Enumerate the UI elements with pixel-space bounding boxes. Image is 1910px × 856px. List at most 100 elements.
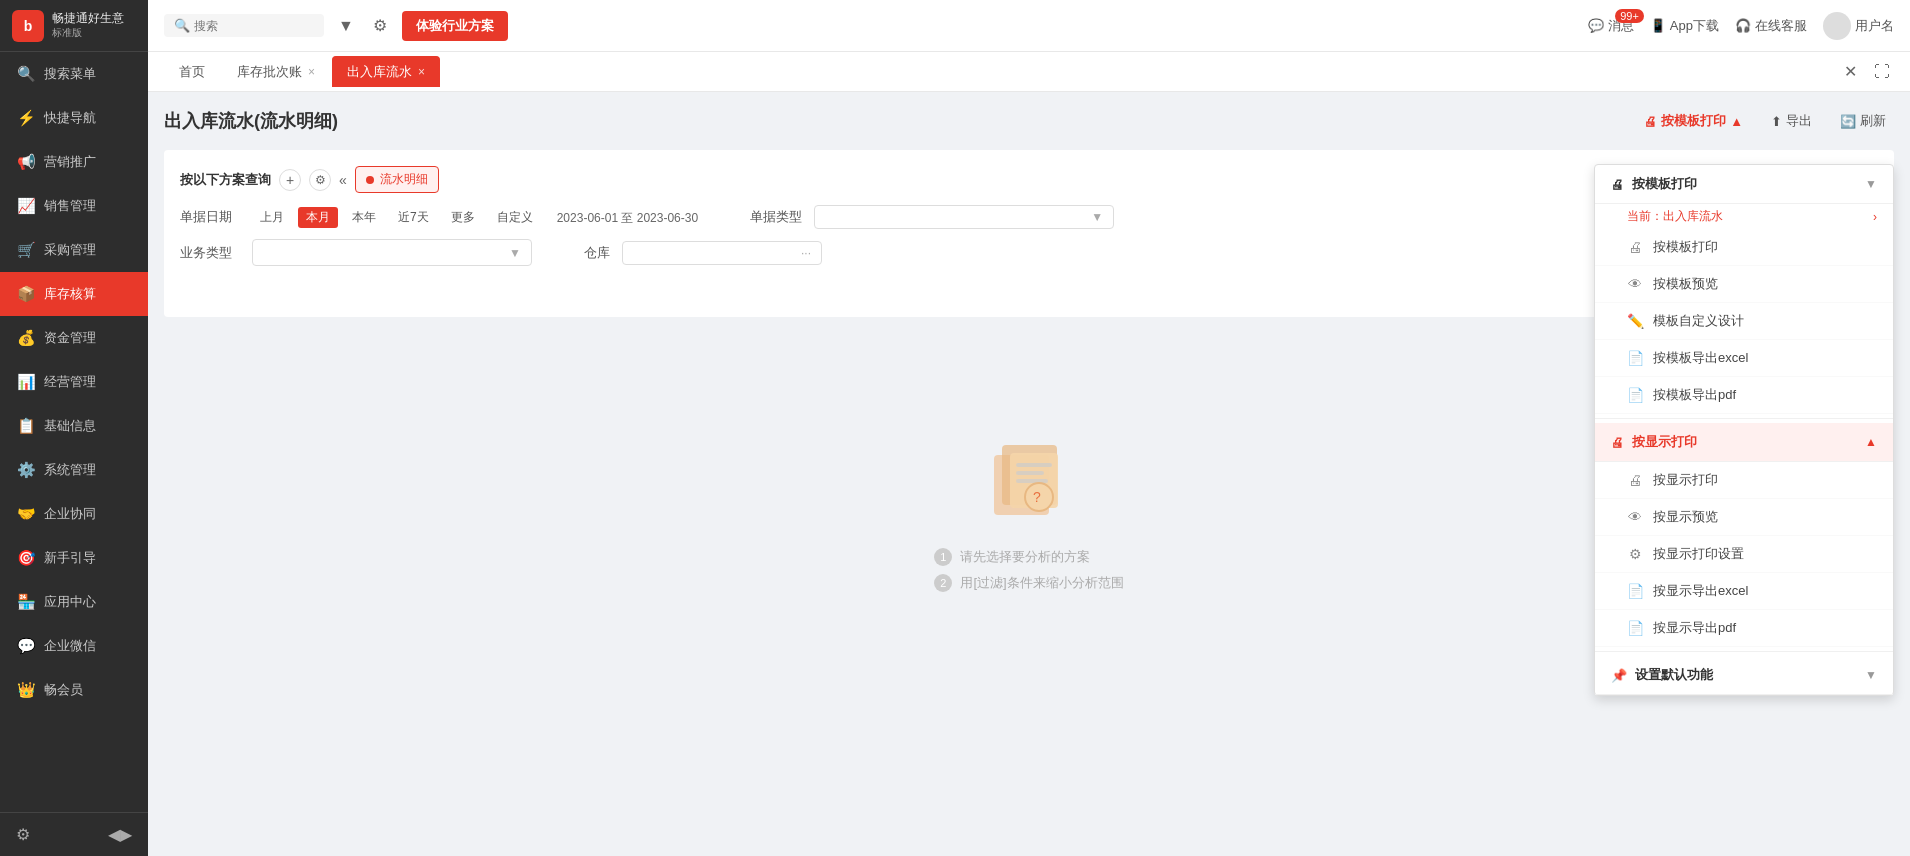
- warehouse-select[interactable]: ···: [622, 241, 822, 265]
- settings-gear-btn[interactable]: ⚙: [366, 12, 394, 40]
- sidebar-item-label: 应用中心: [44, 593, 96, 611]
- template-print-section-title: 🖨 按模板打印: [1611, 175, 1697, 193]
- date-option-7days[interactable]: 近7天: [390, 207, 437, 228]
- template-export-pdf-item[interactable]: 📄 按模板导出pdf: [1595, 377, 1893, 414]
- template-export-pdf-icon: 📄: [1627, 387, 1643, 403]
- avatar: [1823, 12, 1851, 40]
- tab-flow[interactable]: 出入库流水 ×: [332, 56, 440, 87]
- section1-arrow: ▼: [1865, 177, 1877, 191]
- date-option-custom[interactable]: 自定义: [489, 207, 541, 228]
- dropdown-arrow-btn[interactable]: ▼: [332, 12, 360, 40]
- sidebar-item-sales[interactable]: 📈 销售管理: [0, 184, 148, 228]
- user-name: 用户名: [1855, 17, 1894, 35]
- step-1-num: 1: [934, 548, 952, 566]
- search-input[interactable]: [194, 19, 314, 33]
- message-btn[interactable]: 💬 消息 99+: [1588, 17, 1634, 35]
- step-1-text: 请先选择要分析的方案: [960, 544, 1090, 570]
- refresh-btn[interactable]: 🔄 刷新: [1832, 108, 1894, 134]
- biz-type-dropdown-icon: ▼: [509, 246, 521, 260]
- svg-rect-5: [1016, 479, 1048, 483]
- step-2-text: 用[过滤]条件来缩小分析范围: [960, 570, 1123, 596]
- date-option-this-month[interactable]: 本月: [298, 207, 338, 228]
- svg-rect-3: [1016, 463, 1052, 467]
- display-print-icon: 🖨: [1627, 472, 1643, 488]
- filter-collapse-arrow[interactable]: «: [339, 172, 347, 188]
- sidebar-item-label: 新手引导: [44, 549, 96, 567]
- sidebar-item-apps[interactable]: 🏪 应用中心: [0, 580, 148, 624]
- sidebar-settings-icon[interactable]: ⚙: [16, 825, 30, 844]
- date-option-this-year[interactable]: 本年: [344, 207, 384, 228]
- template-print-section-header[interactable]: 🖨 按模板打印 ▼: [1595, 165, 1893, 204]
- display-export-pdf-item[interactable]: 📄 按显示导出pdf: [1595, 610, 1893, 647]
- sidebar-item-operation[interactable]: 📊 经营管理: [0, 360, 148, 404]
- section2-title-label: 按显示打印: [1632, 433, 1697, 451]
- user-avatar-btn[interactable]: 用户名: [1823, 12, 1894, 40]
- display-print-settings-item[interactable]: ⚙ 按显示打印设置: [1595, 536, 1893, 573]
- empty-steps: 1 请先选择要分析的方案 2 用[过滤]条件来缩小分析范围: [934, 544, 1123, 596]
- sidebar-item-basic[interactable]: 📋 基础信息: [0, 404, 148, 448]
- sidebar-item-finance[interactable]: 💰 资金管理: [0, 316, 148, 360]
- tabs-bar: 首页 库存批次账 × 出入库流水 × ✕ ⛶: [148, 52, 1910, 92]
- filter-tag-label: 流水明细: [380, 171, 428, 188]
- sidebar-item-system[interactable]: ⚙️ 系统管理: [0, 448, 148, 492]
- main-area: 🔍 ▼ ⚙ 体验行业方案 💬 消息 99+ 📱 App下载: [148, 0, 1910, 856]
- step-2-num: 2: [934, 574, 952, 592]
- template-print-label: 按模板打印: [1661, 112, 1726, 130]
- tab-batch-account-close[interactable]: ×: [308, 65, 315, 79]
- sidebar-item-quick-nav[interactable]: ⚡ 快捷导航: [0, 96, 148, 140]
- display-print-settings-label: 按显示打印设置: [1653, 545, 1744, 563]
- display-print-section-header[interactable]: 🖨 按显示打印 ▲: [1595, 423, 1893, 462]
- tab-flow-close[interactable]: ×: [418, 65, 425, 79]
- page-actions: 🖨 按模板打印 ▲ ⬆ 导出 🔄 刷新: [1636, 108, 1894, 134]
- template-export-excel-label: 按模板导出excel: [1653, 349, 1748, 367]
- filter-settings-btn[interactable]: ⚙: [309, 169, 331, 191]
- template-custom-icon: ✏️: [1627, 313, 1643, 329]
- sidebar-item-cooperation[interactable]: 🤝 企业协同: [0, 492, 148, 536]
- sidebar-item-label: 畅会员: [44, 681, 83, 699]
- biz-type-value: [263, 244, 275, 261]
- display-print-item[interactable]: 🖨 按显示打印: [1595, 462, 1893, 499]
- topbar-icons: ▼ ⚙: [332, 12, 394, 40]
- template-preview-item[interactable]: 👁 按模板预览: [1595, 266, 1893, 303]
- online-service-btn[interactable]: 🎧 在线客服: [1735, 17, 1807, 35]
- biz-type-select[interactable]: ▼: [252, 239, 532, 266]
- sidebar-item-member[interactable]: 👑 畅会员: [0, 668, 148, 712]
- page-title: 出入库流水(流水明细): [164, 109, 338, 133]
- template-print-btn[interactable]: 🖨 按模板打印 ▲: [1636, 108, 1751, 134]
- sidebar-item-guide[interactable]: 🎯 新手引导: [0, 536, 148, 580]
- sidebar-item-label: 企业协同: [44, 505, 96, 523]
- sidebar-item-label: 库存核算: [44, 285, 96, 303]
- window-maximize-btn[interactable]: ⛶: [1870, 60, 1894, 84]
- sidebar-item-marketing[interactable]: 📢 营销推广: [0, 140, 148, 184]
- sidebar-item-label: 经营管理: [44, 373, 96, 391]
- wechat-icon: 💬: [16, 636, 36, 656]
- doc-type-select[interactable]: ▼: [814, 205, 1114, 229]
- section2-divider: [1595, 651, 1893, 652]
- template-export-excel-item[interactable]: 📄 按模板导出excel: [1595, 340, 1893, 377]
- trial-button[interactable]: 体验行业方案: [402, 11, 508, 41]
- window-close-btn[interactable]: ✕: [1838, 60, 1862, 84]
- app-download-btn[interactable]: 📱 App下载: [1650, 17, 1719, 35]
- date-option-prev-month[interactable]: 上月: [252, 207, 292, 228]
- tab-batch-account-label: 库存批次账: [237, 63, 302, 81]
- sidebar-item-purchase[interactable]: 🛒 采购管理: [0, 228, 148, 272]
- sidebar-collapse-icon[interactable]: ◀▶: [108, 825, 132, 844]
- date-option-more[interactable]: 更多: [443, 207, 483, 228]
- tab-home[interactable]: 首页: [164, 56, 220, 87]
- template-print-item[interactable]: 🖨 按模板打印: [1595, 229, 1893, 266]
- sidebar-item-inventory[interactable]: 📦 库存核算: [0, 272, 148, 316]
- sidebar-item-wechat[interactable]: 💬 企业微信: [0, 624, 148, 668]
- display-export-excel-item[interactable]: 📄 按显示导出excel: [1595, 573, 1893, 610]
- export-btn[interactable]: ⬆ 导出: [1763, 108, 1820, 134]
- display-export-pdf-icon: 📄: [1627, 620, 1643, 636]
- display-preview-item[interactable]: 👁 按显示预览: [1595, 499, 1893, 536]
- sidebar-item-label: 营销推广: [44, 153, 96, 171]
- tab-batch-account[interactable]: 库存批次账 ×: [222, 56, 330, 87]
- default-settings-section-header[interactable]: 📌 设置默认功能 ▼: [1595, 656, 1893, 695]
- sidebar-item-label: 搜索菜单: [44, 65, 96, 83]
- topbar-search-icon: 🔍: [174, 18, 190, 33]
- sidebar-item-search[interactable]: 🔍 搜索菜单: [0, 52, 148, 96]
- template-custom-item[interactable]: ✏️ 模板自定义设计: [1595, 303, 1893, 340]
- filter-add-btn[interactable]: +: [279, 169, 301, 191]
- inventory-icon: 📦: [16, 284, 36, 304]
